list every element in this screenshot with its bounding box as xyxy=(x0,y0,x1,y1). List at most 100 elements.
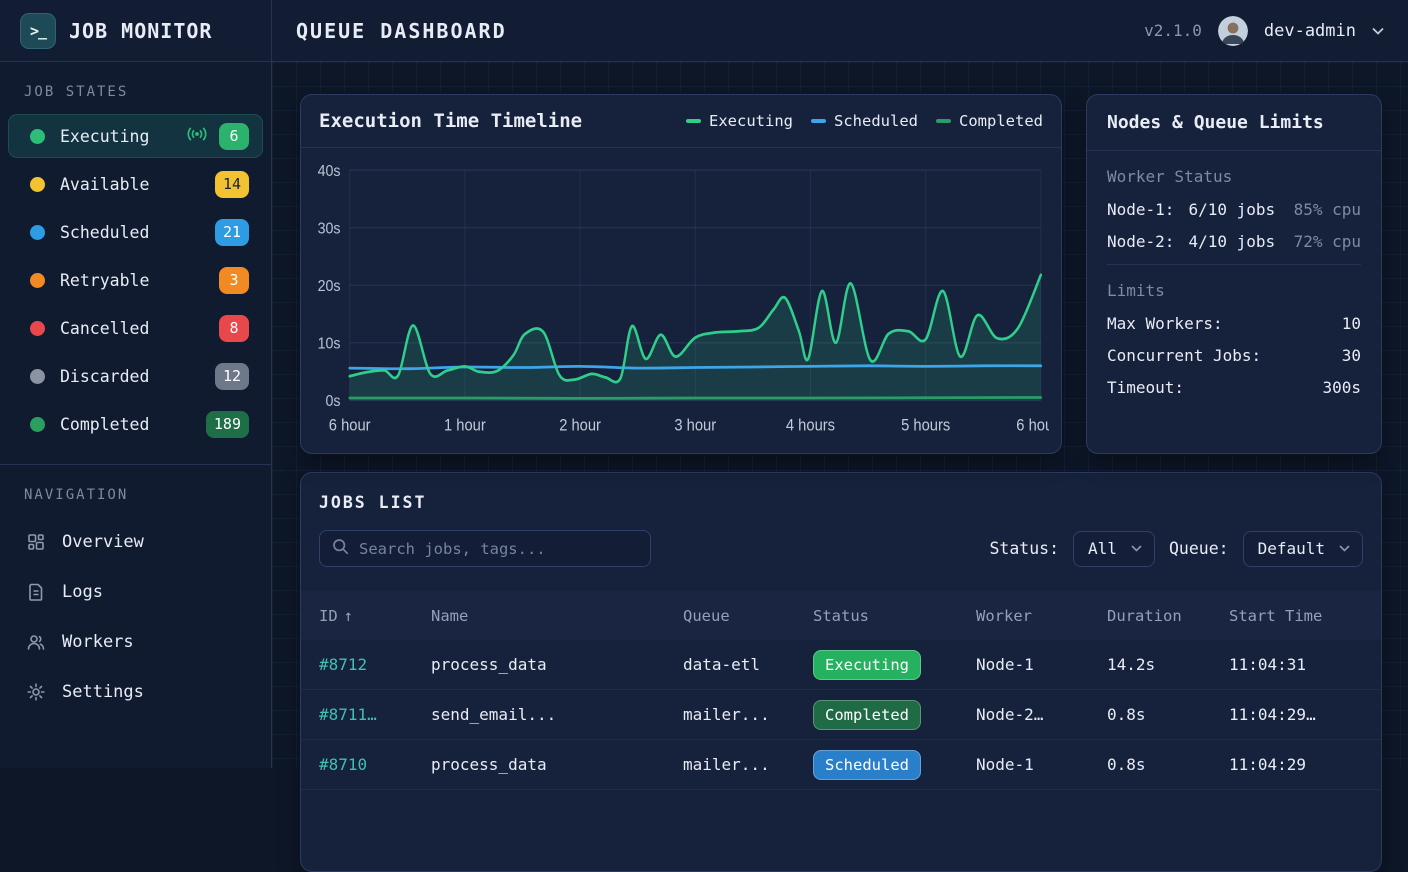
job-start-time: 11:04:31 xyxy=(1229,655,1307,674)
job-name: process_data xyxy=(431,655,547,674)
search-box[interactable] xyxy=(319,530,651,567)
count-badge: 21 xyxy=(214,218,249,246)
col-header-start-time[interactable]: Start Time xyxy=(1229,607,1381,625)
job-start-time: 11:04:29… xyxy=(1229,705,1316,724)
count-badge: 3 xyxy=(219,266,249,294)
legend-item-scheduled: Scheduled xyxy=(811,112,918,130)
job-queue: mailer... xyxy=(683,755,770,774)
job-worker: Node-1 xyxy=(976,655,1034,674)
nodes-queue-limits-card: Nodes & Queue Limits Worker Status Node-… xyxy=(1086,94,1382,454)
job-duration: 0.8s xyxy=(1107,755,1146,774)
sidebar-item-available[interactable]: Available 14 xyxy=(8,162,263,206)
app-brand: >_ JOB MONITOR xyxy=(0,0,272,61)
sidebar-item-overview[interactable]: Overview xyxy=(0,517,271,567)
sidebar-item-scheduled[interactable]: Scheduled 21 xyxy=(8,210,263,254)
overview-icon xyxy=(26,532,46,552)
job-queue: mailer... xyxy=(683,705,770,724)
workers-icon xyxy=(26,632,46,652)
top-bar: >_ JOB MONITOR QUEUE DASHBOARD v2.1.0 de… xyxy=(0,0,1408,62)
page-title: QUEUE DASHBOARD xyxy=(296,18,507,43)
chevron-down-icon[interactable] xyxy=(1372,27,1384,35)
chevron-down-icon xyxy=(1131,545,1142,552)
status-dot xyxy=(30,320,45,336)
col-header-id[interactable]: ID ↑ xyxy=(319,607,431,625)
sidebar-item-executing[interactable]: Executing 6 xyxy=(8,114,263,158)
terminal-icon: >_ xyxy=(20,12,56,49)
svg-text:20s: 20s xyxy=(318,277,341,295)
main-content: Execution Time Timeline Executing Schedu… xyxy=(272,62,1408,872)
job-name: send_email... xyxy=(431,705,557,724)
table-row[interactable]: #8712 process_data data-etl Executing No… xyxy=(301,640,1381,690)
sidebar-item-discarded[interactable]: Discarded 12 xyxy=(8,354,263,398)
status-badge: Completed xyxy=(813,699,921,730)
logs-icon xyxy=(26,582,46,602)
col-header-name[interactable]: Name xyxy=(431,607,683,625)
version-label: v2.1.0 xyxy=(1144,21,1202,40)
status-filter-select[interactable]: All xyxy=(1073,530,1155,567)
limit-row: Max Workers: 10 xyxy=(1107,314,1361,333)
job-id-link[interactable]: #8710 xyxy=(319,755,431,774)
queue-filter-label: Queue: xyxy=(1168,539,1229,558)
svg-text:6 hour: 6 hour xyxy=(329,416,371,434)
svg-text:40s: 40s xyxy=(318,162,341,180)
svg-text:4 hours: 4 hours xyxy=(786,416,835,434)
table-row[interactable]: #8710 process_data mailer... Scheduled N… xyxy=(301,740,1381,790)
status-dot xyxy=(30,368,45,384)
job-duration: 0.8s xyxy=(1107,705,1146,724)
legend-item-executing: Executing xyxy=(686,112,793,130)
status-dot xyxy=(30,416,45,432)
live-indicator-icon xyxy=(184,125,210,147)
count-badge: 189 xyxy=(205,410,249,438)
sidebar-item-logs[interactable]: Logs xyxy=(0,567,271,617)
legend-swatch xyxy=(811,119,826,123)
avatar[interactable] xyxy=(1217,15,1248,46)
count-badge: 8 xyxy=(219,314,249,342)
sidebar-item-cancelled[interactable]: Cancelled 8 xyxy=(8,306,263,350)
worker-status-label: Worker Status xyxy=(1107,167,1233,186)
execution-timeline-card: Execution Time Timeline Executing Schedu… xyxy=(300,94,1066,454)
col-header-status[interactable]: Status xyxy=(813,607,976,625)
svg-text:10s: 10s xyxy=(318,335,341,353)
job-id-link[interactable]: #8712 xyxy=(319,655,431,674)
sidebar-item-workers[interactable]: Workers xyxy=(0,617,271,667)
status-dot xyxy=(30,224,45,240)
sidebar: JOB STATES Executing 6 Available 14 Sche… xyxy=(0,62,272,768)
chevron-down-icon xyxy=(1339,545,1350,552)
sidebar-item-retryable[interactable]: Retryable 3 xyxy=(8,258,263,302)
legend-item-completed: Completed xyxy=(936,112,1043,130)
status-dot xyxy=(30,128,45,144)
node-status-row: Node-2: 4/10 jobs 72% cpu xyxy=(1107,232,1361,251)
jobs-table-header: ID ↑ Name Queue Status Worker Duration St… xyxy=(301,591,1381,640)
job-duration: 14.2s xyxy=(1107,655,1156,674)
sidebar-item-settings[interactable]: Settings xyxy=(0,667,271,717)
count-badge: 12 xyxy=(214,362,249,390)
queue-filter-select[interactable]: Default xyxy=(1242,530,1363,567)
node-status-row: Node-1: 6/10 jobs 85% cpu xyxy=(1107,200,1361,219)
table-row[interactable]: #8711… send_email... mailer... Completed… xyxy=(301,690,1381,740)
job-worker: Node-1 xyxy=(976,755,1034,774)
job-states-section-label: JOB STATES xyxy=(24,84,129,100)
user-menu[interactable]: dev-admin xyxy=(1264,21,1356,41)
nodes-panel-title: Nodes & Queue Limits xyxy=(1087,95,1381,151)
col-header-queue[interactable]: Queue xyxy=(683,607,813,625)
execution-chart: 0s 10s 20s 30s 40s 6 hour 1 hour 2 hour 3 hour 4 … xyxy=(318,162,1066,434)
svg-text:5 hours: 5 hours xyxy=(901,416,950,434)
col-header-worker[interactable]: Worker xyxy=(976,607,1107,625)
sidebar-divider xyxy=(0,464,271,465)
svg-text:2 hour: 2 hour xyxy=(559,416,601,434)
job-id-link[interactable]: #8711… xyxy=(319,705,431,724)
sort-asc-indicator: ↑ xyxy=(343,606,354,625)
search-input[interactable] xyxy=(359,539,638,558)
limits-label: Limits xyxy=(1107,281,1165,300)
count-badge: 6 xyxy=(219,122,249,150)
sidebar-item-completed[interactable]: Completed 189 xyxy=(8,402,263,446)
search-icon xyxy=(332,538,349,559)
settings-icon xyxy=(26,682,46,702)
count-badge: 14 xyxy=(214,170,249,198)
legend-swatch xyxy=(936,119,951,123)
panel-divider xyxy=(1107,264,1361,265)
job-queue: data-etl xyxy=(683,655,761,674)
chart-legend: Executing Scheduled Completed xyxy=(686,112,1043,130)
svg-text:30s: 30s xyxy=(318,220,341,238)
col-header-duration[interactable]: Duration xyxy=(1107,607,1229,625)
